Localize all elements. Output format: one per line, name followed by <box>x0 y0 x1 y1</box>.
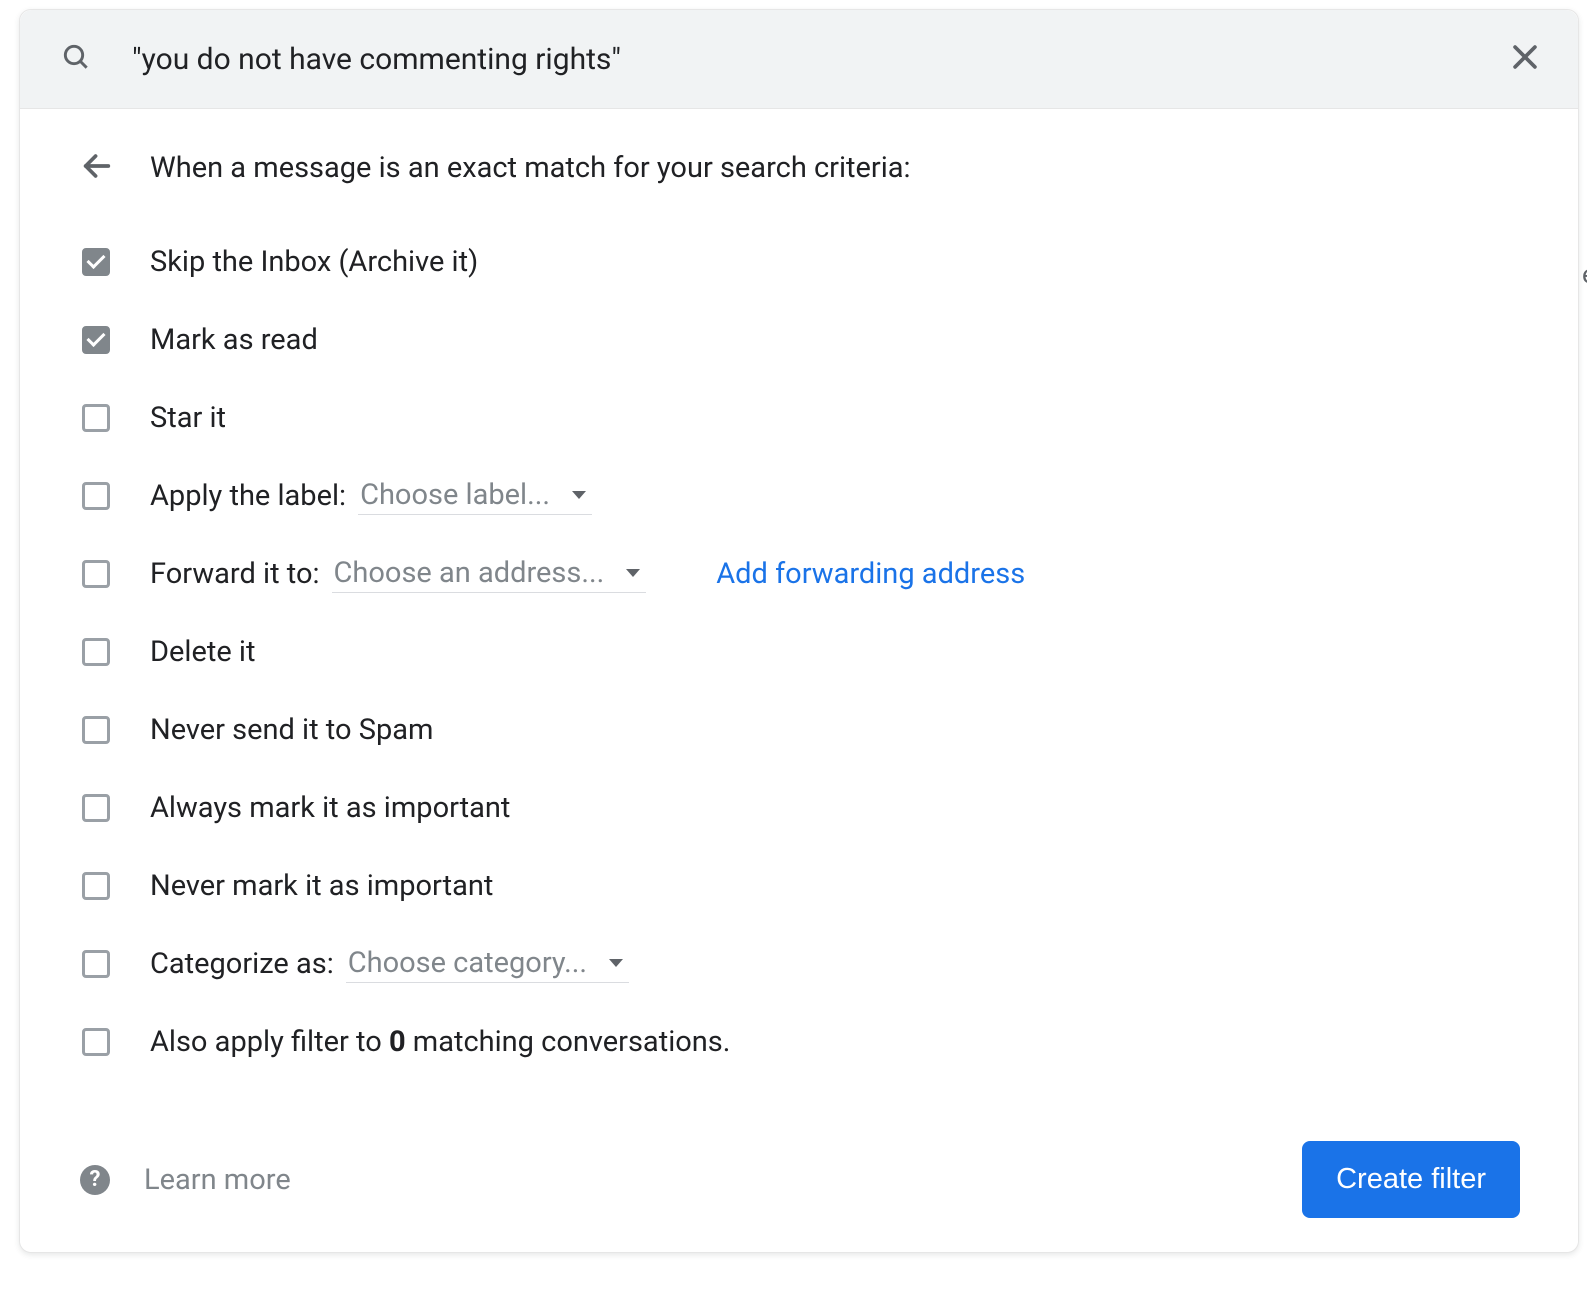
label-never-important: Never mark it as important <box>150 869 493 903</box>
label-always-important: Always mark it as important <box>150 791 510 825</box>
panel-heading: When a message is an exact match for you… <box>150 151 911 185</box>
back-arrow-icon[interactable] <box>80 149 114 187</box>
option-never-spam: Never send it to Spam <box>78 691 1520 769</box>
learn-more-link[interactable]: Learn more <box>144 1163 291 1197</box>
search-bar[interactable]: "you do not have commenting rights" <box>20 10 1578 108</box>
label-mark-read: Mark as read <box>150 323 318 357</box>
create-filter-button[interactable]: Create filter <box>1302 1141 1520 1218</box>
checkbox-categorize[interactable] <box>82 950 110 978</box>
option-star: Star it <box>78 379 1520 457</box>
checkbox-mark-read[interactable] <box>82 326 110 354</box>
search-query-text[interactable]: "you do not have commenting rights" <box>132 42 1502 77</box>
checkbox-forward[interactable] <box>82 560 110 588</box>
dropdown-choose-address[interactable]: Choose an address... <box>332 556 647 593</box>
learn-more-group: ? Learn more <box>78 1163 291 1197</box>
background-text-fragment: es <box>1582 260 1587 290</box>
also-apply-prefix: Also apply filter to <box>150 1025 389 1059</box>
help-icon[interactable]: ? <box>80 1165 110 1195</box>
option-also-apply: Also apply filter to 0 matching conversa… <box>78 1003 1520 1081</box>
matching-count: 0 <box>389 1025 406 1059</box>
option-apply-label: Apply the label: Choose label... <box>78 457 1520 535</box>
option-mark-read: Mark as read <box>78 301 1520 379</box>
heading-row: When a message is an exact match for you… <box>78 149 1520 187</box>
close-icon[interactable] <box>1502 34 1548 84</box>
option-delete: Delete it <box>78 613 1520 691</box>
option-always-important: Always mark it as important <box>78 769 1520 847</box>
dropdown-choose-label-text: Choose label... <box>360 478 550 512</box>
also-apply-suffix: matching conversations. <box>406 1025 731 1059</box>
filter-dialog: "you do not have commenting rights" When… <box>19 9 1579 1253</box>
label-never-spam: Never send it to Spam <box>150 713 433 747</box>
chevron-down-icon <box>572 491 586 499</box>
chevron-down-icon <box>609 959 623 967</box>
dropdown-choose-address-text: Choose an address... <box>334 556 605 590</box>
option-forward: Forward it to: Choose an address... Add … <box>78 535 1520 613</box>
dropdown-choose-label[interactable]: Choose label... <box>358 478 592 515</box>
option-categorize: Categorize as: Choose category... <box>78 925 1520 1003</box>
checkbox-always-important[interactable] <box>82 794 110 822</box>
checkbox-delete[interactable] <box>82 638 110 666</box>
label-delete: Delete it <box>150 635 255 669</box>
dropdown-choose-category-text: Choose category... <box>348 946 587 980</box>
label-apply-label: Apply the label: <box>150 479 346 513</box>
footer-row: ? Learn more Create filter <box>78 1141 1520 1218</box>
checkbox-apply-label[interactable] <box>82 482 110 510</box>
checkbox-never-important[interactable] <box>82 872 110 900</box>
chevron-down-icon <box>626 569 640 577</box>
label-categorize: Categorize as: <box>150 947 334 981</box>
checkbox-star[interactable] <box>82 404 110 432</box>
dropdown-choose-category[interactable]: Choose category... <box>346 946 629 983</box>
label-also-apply: Also apply filter to 0 matching conversa… <box>150 1025 730 1059</box>
add-forwarding-address-link[interactable]: Add forwarding address <box>716 557 1025 591</box>
search-icon <box>60 41 92 77</box>
checkbox-never-spam[interactable] <box>82 716 110 744</box>
checkbox-skip-inbox[interactable] <box>82 248 110 276</box>
label-star: Star it <box>150 401 226 435</box>
label-forward: Forward it to: <box>150 557 320 591</box>
label-skip-inbox: Skip the Inbox (Archive it) <box>150 245 478 279</box>
option-skip-inbox: Skip the Inbox (Archive it) <box>78 223 1520 301</box>
option-never-important: Never mark it as important <box>78 847 1520 925</box>
filter-options-panel: When a message is an exact match for you… <box>20 108 1578 1252</box>
checkbox-also-apply[interactable] <box>82 1028 110 1056</box>
